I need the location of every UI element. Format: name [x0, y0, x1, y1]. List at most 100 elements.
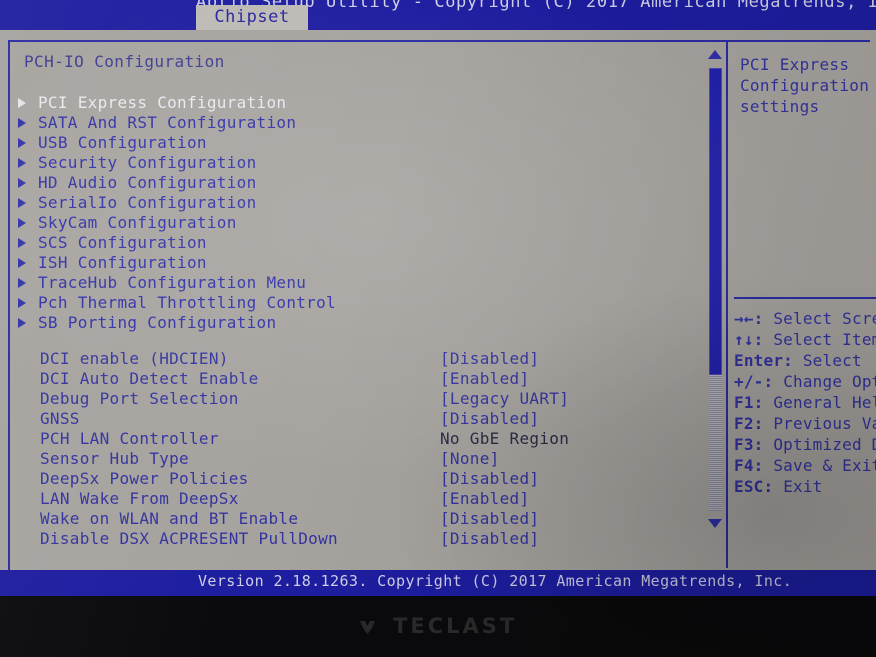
- key-legend-action: Previous Values: [773, 414, 876, 433]
- submenu-item[interactable]: PCI Express Configuration: [10, 93, 710, 113]
- bios-setup-screen: Aptio Setup Utility - Copyright (C) 2017…: [0, 0, 876, 612]
- key-legend-action: Select Item: [773, 330, 876, 349]
- submenu-item-label: ISH Configuration: [38, 253, 207, 272]
- setting-value[interactable]: No GbE Region: [440, 429, 569, 449]
- key-legend-key: Enter:: [734, 351, 793, 370]
- setting-row[interactable]: Sensor Hub Type [None]: [10, 449, 710, 469]
- scroll-down-arrow-icon[interactable]: [708, 519, 722, 528]
- submenu-item-label: TraceHub Configuration Menu: [38, 273, 307, 292]
- key-legend-action: General Help: [773, 393, 876, 412]
- scrollbar-thumb[interactable]: [709, 68, 722, 375]
- submenu-arrow-icon: [18, 318, 26, 328]
- key-legend-action: Select Screen: [773, 309, 876, 328]
- key-legend-key: →←:: [734, 309, 764, 328]
- key-legend-row: →←: Select Screen: [734, 308, 876, 329]
- help-description: PCI Express Configuration settings: [740, 55, 870, 116]
- key-legend-row: Enter: Select: [734, 350, 876, 371]
- submenu-item[interactable]: Security Configuration: [10, 153, 710, 173]
- submenu-item[interactable]: Pch Thermal Throttling Control: [10, 293, 710, 313]
- setting-label: GNSS: [40, 409, 80, 428]
- page-title: PCH-IO Configuration: [24, 52, 225, 71]
- key-legend-key: +/-:: [734, 372, 774, 391]
- key-legend-list: →←: Select Screen↑↓: Select ItemEnter: S…: [734, 308, 876, 497]
- setting-value[interactable]: [Legacy UART]: [440, 389, 569, 409]
- setting-label: DeepSx Power Policies: [40, 469, 249, 488]
- version-bar: Version 2.18.1263. Copyright (C) 2017 Am…: [0, 570, 876, 596]
- key-legend-row: F1: General Help: [734, 392, 876, 413]
- setting-value[interactable]: [Disabled]: [440, 509, 539, 529]
- key-legend-key: F3:: [734, 435, 764, 454]
- setting-value[interactable]: [Disabled]: [440, 529, 539, 549]
- submenu-arrow-icon: [18, 138, 26, 148]
- setting-row[interactable]: Wake on WLAN and BT Enable [Disabled]: [10, 509, 710, 529]
- submenu-item[interactable]: SB Porting Configuration: [10, 313, 710, 333]
- setting-row[interactable]: DeepSx Power Policies [Disabled]: [10, 469, 710, 489]
- key-legend-action: Select: [802, 351, 862, 370]
- setting-row[interactable]: Disable DSX ACPRESENT PullDown [Disabled]: [10, 529, 710, 549]
- setting-row[interactable]: DCI enable (HDCIEN) [Disabled]: [10, 349, 710, 369]
- submenu-item-label: Security Configuration: [38, 153, 257, 172]
- setting-row[interactable]: GNSS [Disabled]: [10, 409, 710, 429]
- vertical-scrollbar[interactable]: [706, 44, 724, 566]
- submenu-arrow-icon: [18, 198, 26, 208]
- submenu-item-label: Pch Thermal Throttling Control: [38, 293, 336, 312]
- tab-chipset[interactable]: Chipset: [196, 5, 308, 30]
- submenu-arrow-icon: [18, 98, 26, 108]
- setting-value[interactable]: [Enabled]: [440, 369, 529, 389]
- submenu-item[interactable]: SCS Configuration: [10, 233, 710, 253]
- submenu-item[interactable]: SATA And RST Configuration: [10, 113, 710, 133]
- submenu-arrow-icon: [18, 238, 26, 248]
- teclast-mark-icon: [359, 620, 376, 635]
- version-text: Version 2.18.1263. Copyright (C) 2017 Am…: [198, 572, 793, 590]
- setting-label: Wake on WLAN and BT Enable: [40, 509, 299, 528]
- submenu-item[interactable]: SerialIo Configuration: [10, 193, 710, 213]
- submenu-arrow-icon: [18, 258, 26, 268]
- submenu-list: PCI Express Configuration SATA And RST Co…: [10, 93, 710, 333]
- setting-label: DCI Auto Detect Enable: [40, 369, 259, 388]
- key-legend-action: Exit: [783, 477, 823, 496]
- setting-value[interactable]: [None]: [440, 449, 500, 469]
- setting-value[interactable]: [Enabled]: [440, 489, 529, 509]
- key-legend-row: F4: Save & Exit: [734, 455, 876, 476]
- setting-value[interactable]: [Disabled]: [440, 349, 539, 369]
- key-legend-action: Optimized Defaults: [773, 435, 876, 454]
- setting-row[interactable]: PCH LAN Controller No GbE Region: [10, 429, 710, 449]
- panel-divider: [726, 42, 728, 568]
- key-legend-key: ESC:: [734, 477, 774, 496]
- submenu-item-label: USB Configuration: [38, 133, 207, 152]
- key-legend-key: F4:: [734, 456, 764, 475]
- setting-row[interactable]: Debug Port Selection [Legacy UART]: [10, 389, 710, 409]
- scrollbar-track[interactable]: [709, 68, 722, 511]
- settings-list: DCI enable (HDCIEN) [Disabled] DCI Auto De…: [10, 349, 710, 549]
- title-bar: Aptio Setup Utility - Copyright (C) 2017…: [0, 0, 876, 30]
- setting-label: PCH LAN Controller: [40, 429, 219, 448]
- submenu-item[interactable]: USB Configuration: [10, 133, 710, 153]
- submenu-item-label: SerialIo Configuration: [38, 193, 257, 212]
- setting-label: LAN Wake From DeepSx: [40, 489, 239, 508]
- setting-label: Debug Port Selection: [40, 389, 239, 408]
- key-legend-row: ESC: Exit: [734, 476, 876, 497]
- key-legend-row: F2: Previous Values: [734, 413, 876, 434]
- help-panel: PCI Express Configuration settings →←: S…: [734, 44, 876, 566]
- submenu-item-label: SATA And RST Configuration: [38, 113, 297, 132]
- setting-value[interactable]: [Disabled]: [440, 409, 539, 429]
- left-panel: PCH-IO Configuration PCI Express Configu…: [10, 44, 710, 566]
- submenu-item[interactable]: TraceHub Configuration Menu: [10, 273, 710, 293]
- submenu-arrow-icon: [18, 298, 26, 308]
- photographed-screen: Aptio Setup Utility - Copyright (C) 2017…: [0, 0, 876, 657]
- key-legend-row: F3: Optimized Defaults: [734, 434, 876, 455]
- submenu-item-label: SCS Configuration: [38, 233, 207, 252]
- scroll-up-arrow-icon[interactable]: [708, 50, 722, 59]
- submenu-item[interactable]: HD Audio Configuration: [10, 173, 710, 193]
- submenu-arrow-icon: [18, 218, 26, 228]
- help-divider: [734, 297, 876, 299]
- submenu-item[interactable]: SkyCam Configuration: [10, 213, 710, 233]
- setting-row[interactable]: DCI Auto Detect Enable [Enabled]: [10, 369, 710, 389]
- key-legend-key: F2:: [734, 414, 764, 433]
- setting-label: DCI enable (HDCIEN): [40, 349, 229, 368]
- setting-value[interactable]: [Disabled]: [440, 469, 539, 489]
- key-legend-action: Save & Exit: [773, 456, 876, 475]
- brand-logo: TECLAST: [0, 614, 876, 638]
- submenu-item[interactable]: ISH Configuration: [10, 253, 710, 273]
- setting-row[interactable]: LAN Wake From DeepSx [Enabled]: [10, 489, 710, 509]
